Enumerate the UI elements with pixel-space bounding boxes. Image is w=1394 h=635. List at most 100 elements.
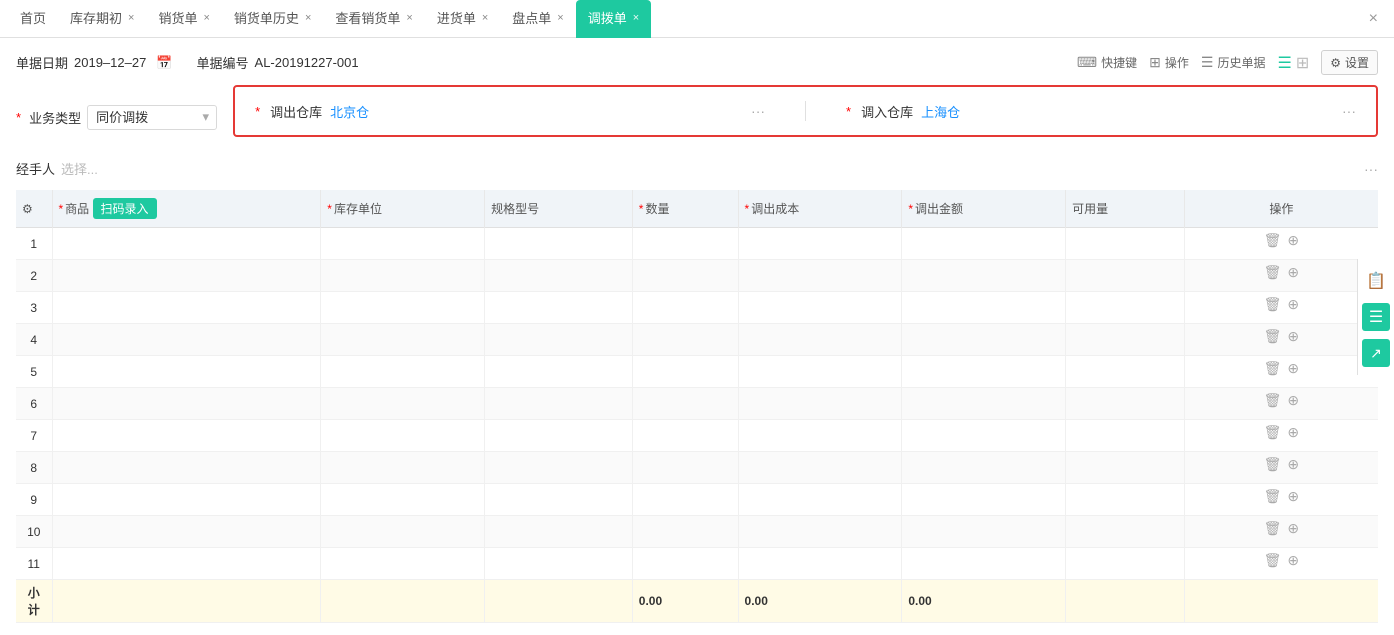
agent-select[interactable]: 选择...: [61, 159, 98, 178]
close-icon[interactable]: ×: [128, 12, 134, 24]
delete-icon[interactable]: 🗑: [1264, 392, 1282, 409]
transfer-out-more-btn[interactable]: ···: [751, 103, 765, 119]
copy-icon[interactable]: ⊕: [1287, 552, 1299, 569]
cell-amount[interactable]: [902, 292, 1066, 324]
cell-unit[interactable]: [321, 388, 485, 420]
cell-available[interactable]: [1066, 516, 1185, 548]
cell-unit[interactable]: [321, 548, 485, 580]
cell-spec[interactable]: [485, 324, 633, 356]
cell-product[interactable]: [52, 260, 321, 292]
cell-cost[interactable]: [738, 292, 902, 324]
cell-qty[interactable]: [632, 228, 738, 260]
cell-amount[interactable]: [902, 516, 1066, 548]
cell-available[interactable]: [1066, 484, 1185, 516]
copy-icon[interactable]: ⊕: [1287, 456, 1299, 473]
agent-more-btn[interactable]: ···: [1364, 161, 1378, 177]
cell-spec[interactable]: [485, 356, 633, 388]
cell-qty[interactable]: [632, 388, 738, 420]
cell-cost[interactable]: [738, 452, 902, 484]
copy-icon[interactable]: ⊕: [1287, 264, 1299, 281]
delete-icon[interactable]: 🗑: [1264, 552, 1282, 569]
close-icon[interactable]: ×: [406, 12, 412, 24]
cell-qty[interactable]: [632, 452, 738, 484]
history-btn[interactable]: ☰ 历史单据: [1201, 54, 1266, 71]
cell-available[interactable]: [1066, 356, 1185, 388]
copy-icon[interactable]: ⊕: [1287, 360, 1299, 377]
cell-product[interactable]: [52, 228, 321, 260]
copy-icon[interactable]: ⊕: [1287, 296, 1299, 313]
scan-input-btn[interactable]: 扫码录入: [93, 198, 157, 219]
cell-unit[interactable]: [321, 516, 485, 548]
cell-cost[interactable]: [738, 388, 902, 420]
cell-available[interactable]: [1066, 388, 1185, 420]
cell-amount[interactable]: [902, 356, 1066, 388]
delete-icon[interactable]: 🗑: [1264, 232, 1282, 249]
cell-amount[interactable]: [902, 420, 1066, 452]
tab-inventory-init[interactable]: 库存期初 ×: [58, 0, 146, 38]
delete-icon[interactable]: 🗑: [1264, 264, 1282, 281]
cell-product[interactable]: [52, 420, 321, 452]
cell-available[interactable]: [1066, 548, 1185, 580]
cell-cost[interactable]: [738, 484, 902, 516]
cell-qty[interactable]: [632, 260, 738, 292]
cell-spec[interactable]: [485, 228, 633, 260]
cell-spec[interactable]: [485, 452, 633, 484]
view-list-icon[interactable]: ☰: [1277, 53, 1291, 73]
cell-unit[interactable]: [321, 324, 485, 356]
cell-amount[interactable]: [902, 548, 1066, 580]
cell-product[interactable]: [52, 388, 321, 420]
cell-spec[interactable]: [485, 260, 633, 292]
cell-spec[interactable]: [485, 548, 633, 580]
copy-icon[interactable]: ⊕: [1287, 232, 1299, 249]
sidebar-notes-icon[interactable]: 📋: [1362, 267, 1390, 295]
transfer-out-value[interactable]: 北京仓: [330, 102, 369, 121]
cell-amount[interactable]: [902, 260, 1066, 292]
settings-button[interactable]: ⚙ 设置: [1321, 50, 1378, 75]
copy-icon[interactable]: ⊕: [1287, 520, 1299, 537]
cell-cost[interactable]: [738, 548, 902, 580]
cell-cost[interactable]: [738, 420, 902, 452]
cell-available[interactable]: [1066, 260, 1185, 292]
cell-spec[interactable]: [485, 516, 633, 548]
cell-amount[interactable]: [902, 324, 1066, 356]
cell-spec[interactable]: [485, 420, 633, 452]
cell-unit[interactable]: [321, 420, 485, 452]
cell-product[interactable]: [52, 516, 321, 548]
cell-product[interactable]: [52, 356, 321, 388]
tab-view-sales[interactable]: 查看销货单 ×: [323, 0, 424, 38]
cell-product[interactable]: [52, 452, 321, 484]
col-gear[interactable]: ⚙: [16, 190, 52, 228]
cell-unit[interactable]: [321, 484, 485, 516]
close-icon[interactable]: ×: [557, 12, 563, 24]
copy-icon[interactable]: ⊕: [1287, 392, 1299, 409]
close-icon[interactable]: ×: [203, 12, 209, 24]
cell-qty[interactable]: [632, 324, 738, 356]
cell-amount[interactable]: [902, 484, 1066, 516]
cell-spec[interactable]: [485, 484, 633, 516]
tab-home[interactable]: 首页: [8, 0, 58, 38]
cell-available[interactable]: [1066, 228, 1185, 260]
close-icon[interactable]: ×: [482, 12, 488, 24]
tab-sales-order[interactable]: 销货单 ×: [146, 0, 221, 38]
cell-unit[interactable]: [321, 260, 485, 292]
cell-cost[interactable]: [738, 228, 902, 260]
delete-icon[interactable]: 🗑: [1264, 424, 1282, 441]
delete-icon[interactable]: 🗑: [1264, 360, 1282, 377]
tab-stocktake[interactable]: 盘点单 ×: [500, 0, 575, 38]
cell-cost[interactable]: [738, 356, 902, 388]
cell-available[interactable]: [1066, 420, 1185, 452]
cell-cost[interactable]: [738, 260, 902, 292]
cell-product[interactable]: [52, 484, 321, 516]
window-close-button[interactable]: ×: [1361, 6, 1386, 32]
cell-cost[interactable]: [738, 516, 902, 548]
close-icon[interactable]: ×: [633, 12, 639, 24]
copy-icon[interactable]: ⊕: [1287, 424, 1299, 441]
delete-icon[interactable]: 🗑: [1264, 328, 1282, 345]
cell-available[interactable]: [1066, 324, 1185, 356]
view-grid-icon[interactable]: ⊞: [1296, 53, 1309, 73]
cell-product[interactable]: [52, 548, 321, 580]
operation-btn[interactable]: ⊞ 操作: [1149, 54, 1189, 71]
cell-qty[interactable]: [632, 420, 738, 452]
tab-purchase-order[interactable]: 进货单 ×: [425, 0, 500, 38]
biz-type-select[interactable]: 同价调拨 异价调拨: [87, 105, 217, 130]
